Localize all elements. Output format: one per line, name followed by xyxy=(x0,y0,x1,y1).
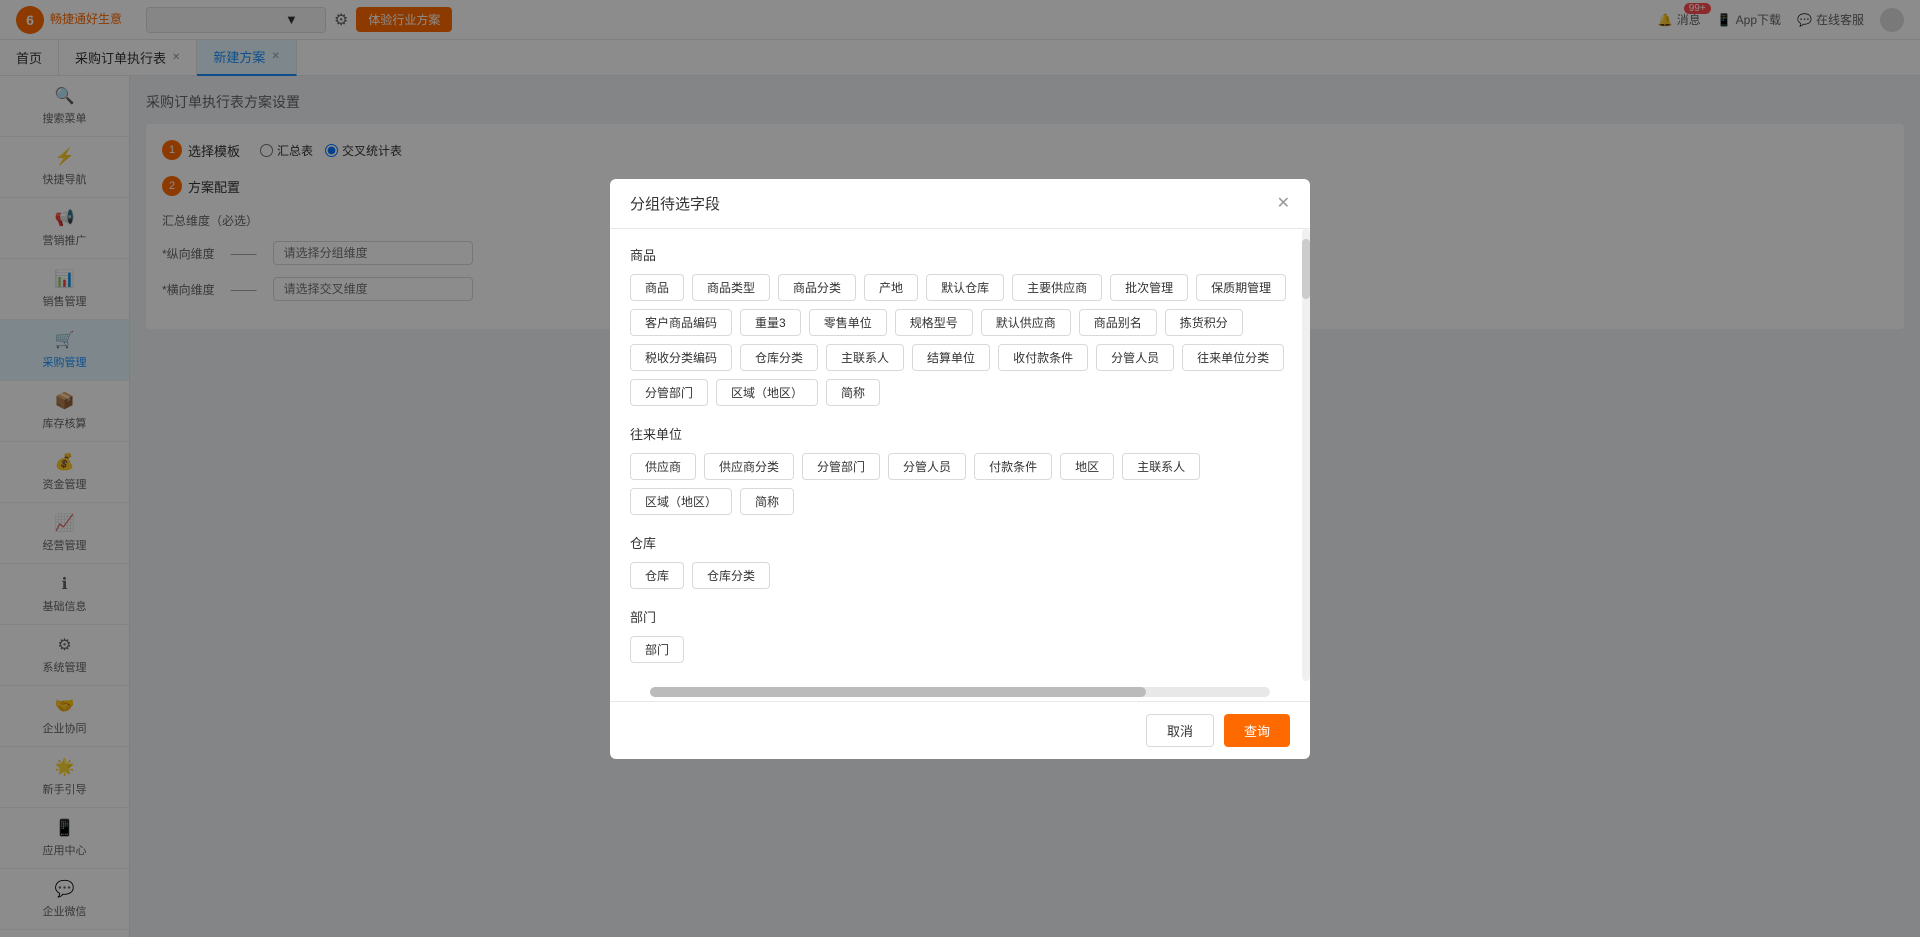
tag-product-13[interactable]: 商品别名 xyxy=(1079,309,1157,336)
tag-partner-7[interactable]: 区域（地区） xyxy=(630,488,732,515)
tag-product-17[interactable]: 主联系人 xyxy=(826,344,904,371)
tag-product-12[interactable]: 默认供应商 xyxy=(981,309,1071,336)
modal-scrollbar-track[interactable] xyxy=(1302,229,1310,681)
tag-warehouse-0[interactable]: 仓库 xyxy=(630,562,684,589)
modal-header: 分组待选字段 ✕ xyxy=(610,179,1310,229)
field-tags-department: 部门 xyxy=(630,636,1290,663)
tag-partner-4[interactable]: 付款条件 xyxy=(974,453,1052,480)
modal-scrollbar-thumb[interactable] xyxy=(1302,239,1310,299)
modal-title: 分组待选字段 xyxy=(630,193,720,214)
modal-hscroll-area xyxy=(610,681,1310,701)
tag-product-24[interactable]: 简称 xyxy=(826,379,880,406)
tag-product-20[interactable]: 分管人员 xyxy=(1096,344,1174,371)
modal-hscroll-thumb[interactable] xyxy=(650,687,1146,697)
tag-product-16[interactable]: 仓库分类 xyxy=(740,344,818,371)
section-partner: 往来单位 供应商 供应商分类 分管部门 分管人员 付款条件 地区 主联系人 区域… xyxy=(630,424,1290,515)
tag-partner-1[interactable]: 供应商分类 xyxy=(704,453,794,480)
modal-body[interactable]: 商品 商品 商品类型 商品分类 产地 默认仓库 主要供应商 批次管理 保质期管理… xyxy=(610,229,1310,681)
modal-footer: 取消 查询 xyxy=(610,701,1310,759)
tag-product-4[interactable]: 默认仓库 xyxy=(926,274,1004,301)
section-warehouse-title: 仓库 xyxy=(630,533,1290,552)
tag-department-0[interactable]: 部门 xyxy=(630,636,684,663)
tag-product-21[interactable]: 往来单位分类 xyxy=(1182,344,1284,371)
tag-product-5[interactable]: 主要供应商 xyxy=(1012,274,1102,301)
tag-product-18[interactable]: 结算单位 xyxy=(912,344,990,371)
tag-product-19[interactable]: 收付款条件 xyxy=(998,344,1088,371)
section-product: 商品 商品 商品类型 商品分类 产地 默认仓库 主要供应商 批次管理 保质期管理… xyxy=(630,245,1290,406)
modal-close-button[interactable]: ✕ xyxy=(1277,193,1290,213)
confirm-button[interactable]: 查询 xyxy=(1224,714,1290,747)
tag-product-14[interactable]: 拣货积分 xyxy=(1165,309,1243,336)
tag-product-6[interactable]: 批次管理 xyxy=(1110,274,1188,301)
tag-partner-3[interactable]: 分管人员 xyxy=(888,453,966,480)
section-warehouse: 仓库 仓库 仓库分类 xyxy=(630,533,1290,589)
tag-product-2[interactable]: 商品分类 xyxy=(778,274,856,301)
tag-product-1[interactable]: 商品类型 xyxy=(692,274,770,301)
field-tags-product: 商品 商品类型 商品分类 产地 默认仓库 主要供应商 批次管理 保质期管理 客户… xyxy=(630,274,1290,406)
tag-product-3[interactable]: 产地 xyxy=(864,274,918,301)
tag-product-8[interactable]: 客户商品编码 xyxy=(630,309,732,336)
tag-partner-5[interactable]: 地区 xyxy=(1060,453,1114,480)
tag-product-11[interactable]: 规格型号 xyxy=(895,309,973,336)
section-product-title: 商品 xyxy=(630,245,1290,264)
tag-partner-0[interactable]: 供应商 xyxy=(630,453,696,480)
modal-overlay: 分组待选字段 ✕ 商品 商品 商品类型 商品分类 产地 默认仓库 主要供应商 批… xyxy=(0,0,1920,937)
tag-warehouse-1[interactable]: 仓库分类 xyxy=(692,562,770,589)
field-tags-warehouse: 仓库 仓库分类 xyxy=(630,562,1290,589)
tag-product-9[interactable]: 重量3 xyxy=(740,309,801,336)
tag-partner-2[interactable]: 分管部门 xyxy=(802,453,880,480)
tag-partner-6[interactable]: 主联系人 xyxy=(1122,453,1200,480)
tag-product-22[interactable]: 分管部门 xyxy=(630,379,708,406)
section-partner-title: 往来单位 xyxy=(630,424,1290,443)
tag-product-10[interactable]: 零售单位 xyxy=(809,309,887,336)
tag-product-0[interactable]: 商品 xyxy=(630,274,684,301)
tag-product-7[interactable]: 保质期管理 xyxy=(1196,274,1286,301)
modal-hscroll-track[interactable] xyxy=(650,687,1270,697)
section-department: 部门 部门 xyxy=(630,607,1290,663)
field-select-modal: 分组待选字段 ✕ 商品 商品 商品类型 商品分类 产地 默认仓库 主要供应商 批… xyxy=(610,179,1310,759)
field-tags-partner: 供应商 供应商分类 分管部门 分管人员 付款条件 地区 主联系人 区域（地区） … xyxy=(630,453,1290,515)
tag-product-23[interactable]: 区域（地区） xyxy=(716,379,818,406)
tag-product-15[interactable]: 税收分类编码 xyxy=(630,344,732,371)
section-department-title: 部门 xyxy=(630,607,1290,626)
tag-partner-8[interactable]: 简称 xyxy=(740,488,794,515)
cancel-button[interactable]: 取消 xyxy=(1146,714,1214,747)
